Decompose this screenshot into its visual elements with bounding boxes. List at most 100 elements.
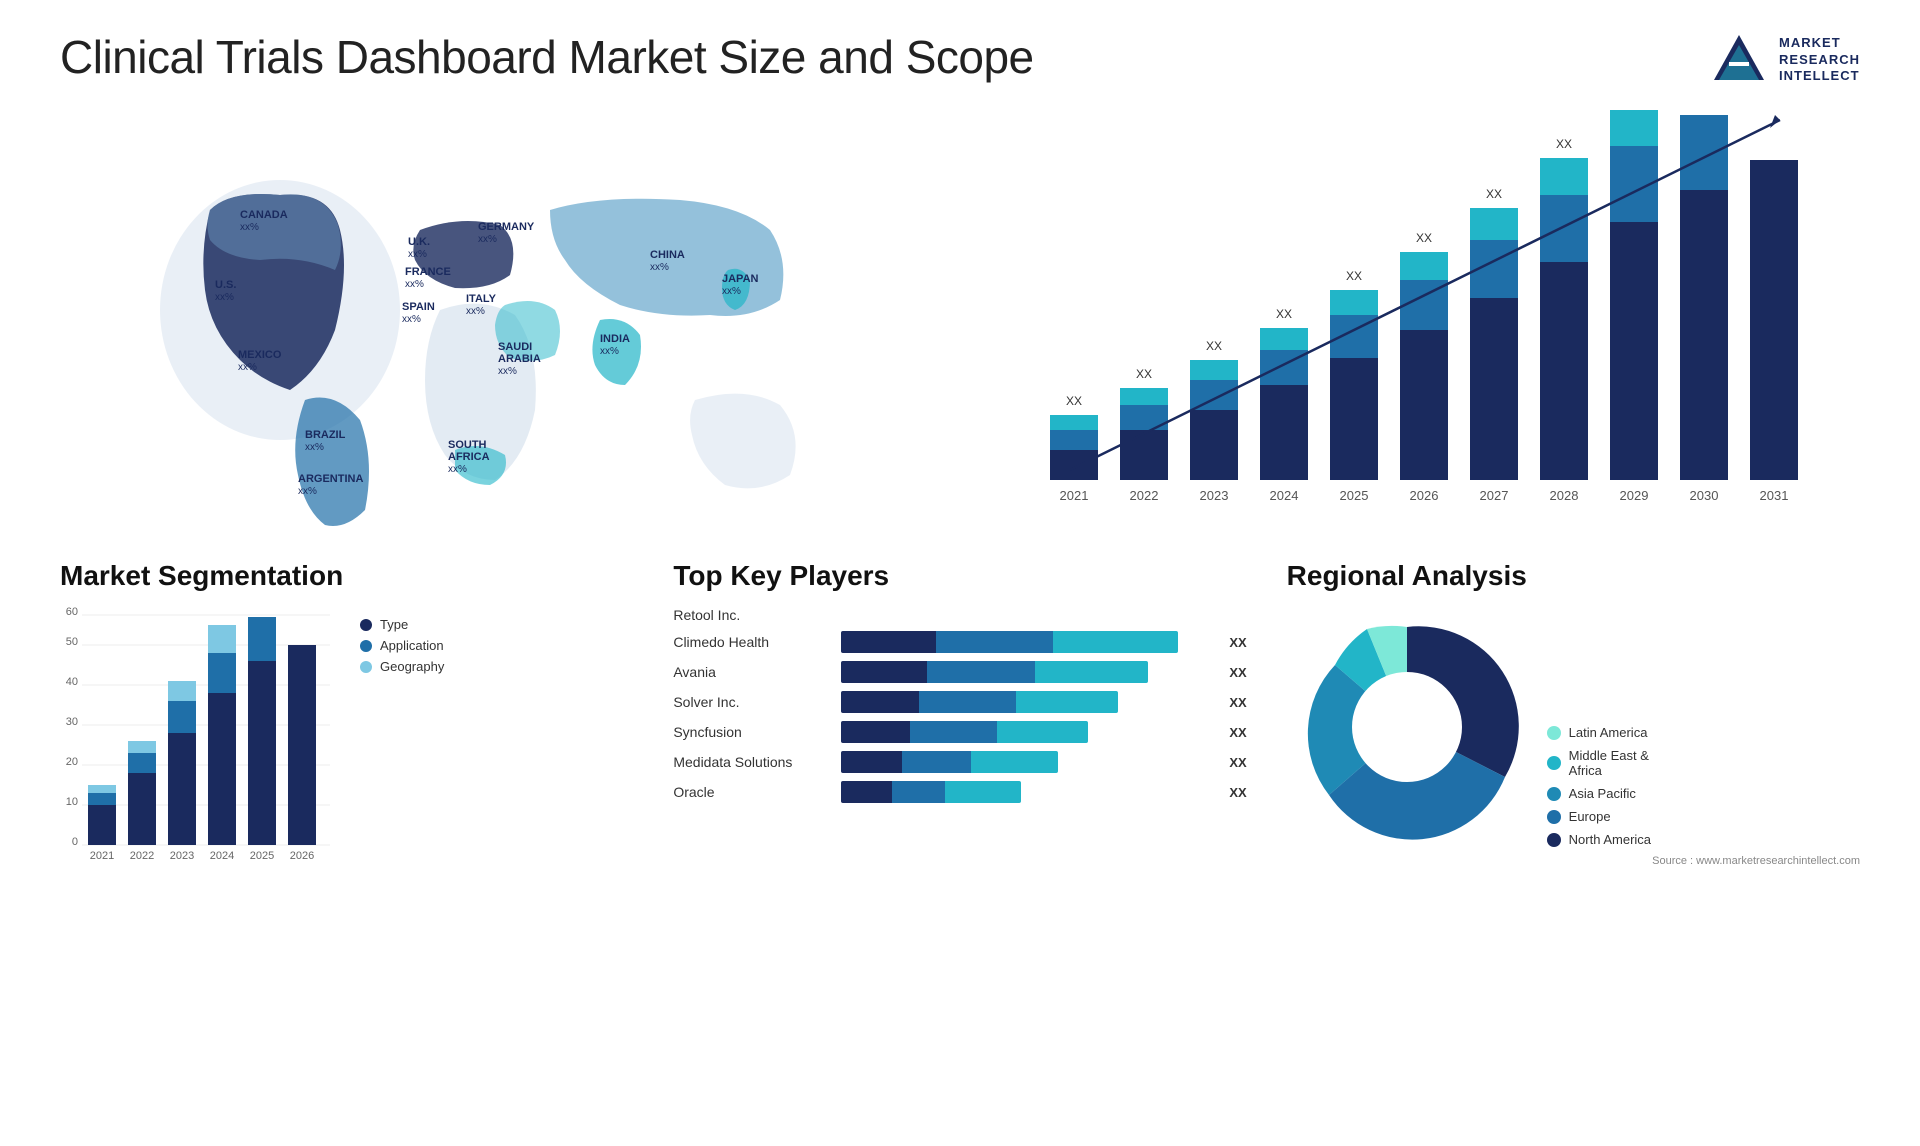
svg-text:2027: 2027 [1480,488,1509,503]
player-row-oracle: Oracle XX [673,781,1246,803]
north-america-dot [1547,833,1561,847]
svg-text:50: 50 [66,636,78,648]
logo: MARKETRESEARCHINTELLECT [1709,30,1860,90]
svg-text:2031: 2031 [1760,488,1789,503]
latin-america-label: Latin America [1569,725,1648,740]
player-name-retool: Retool Inc. [673,607,833,623]
regional-row: Latin America Middle East &Africa Asia P… [1287,607,1860,847]
svg-text:2021: 2021 [90,850,114,862]
svg-text:XX: XX [1206,339,1222,353]
player-name-avania: Avania [673,664,833,680]
svg-text:2021: 2021 [1060,488,1089,503]
legend-asia-pacific: Asia Pacific [1547,786,1651,801]
segmentation-section: Market Segmentation 0 10 20 30 40 50 60 [60,560,633,867]
key-players-list: Retool Inc. Climedo Health XX [673,607,1246,803]
legend-europe: Europe [1547,809,1651,824]
svg-text:XX: XX [1556,137,1572,151]
svg-text:20: 20 [66,756,78,768]
bar-line-chart-svg: XX XX XX XX [980,110,1860,530]
svg-text:XX: XX [1276,307,1292,321]
svg-text:60: 60 [66,607,78,618]
player-bar-climedo [841,631,1215,653]
segmentation-row: 0 10 20 30 40 50 60 [60,607,633,867]
player-xx-syncfusion: XX [1229,725,1246,740]
svg-text:xx%: xx% [305,442,324,453]
svg-text:ARGENTINA: ARGENTINA [298,473,363,485]
line-chart-container: XX XX XX XX [980,110,1860,530]
type-dot [360,619,372,631]
svg-text:xx%: xx% [650,262,669,273]
svg-text:JAPAN: JAPAN [722,273,759,285]
svg-text:xx%: xx% [402,314,421,325]
geo-dot [360,661,372,673]
svg-text:INDIA: INDIA [600,333,630,345]
svg-text:2026: 2026 [290,850,314,862]
seg-legend: Type Application Geography [360,617,444,674]
svg-text:2024: 2024 [210,850,234,862]
donut-legend: Latin America Middle East &Africa Asia P… [1547,725,1651,847]
player-bar-medidata [841,751,1215,773]
key-players-title: Top Key Players [673,560,1246,592]
player-row-retool: Retool Inc. [673,607,1246,623]
key-players-section: Top Key Players Retool Inc. Climedo Heal… [673,560,1246,867]
geo-label: Geography [380,659,444,674]
svg-text:2022: 2022 [1130,488,1159,503]
legend-north-america: North America [1547,832,1651,847]
app-dot [360,640,372,652]
svg-text:xx%: xx% [408,249,427,260]
player-row-avania: Avania XX [673,661,1246,683]
svg-text:xx%: xx% [498,366,517,377]
svg-text:U.K.: U.K. [408,236,430,248]
app-label: Application [380,638,444,653]
player-name-oracle: Oracle [673,784,833,800]
svg-text:xx%: xx% [448,464,467,475]
svg-text:U.S.: U.S. [215,279,236,291]
header: Clinical Trials Dashboard Market Size an… [60,30,1860,90]
europe-label: Europe [1569,809,1611,824]
svg-text:30: 30 [66,716,78,728]
regional-section: Regional Analysis [1287,560,1860,867]
seg-legend-app: Application [360,638,444,653]
svg-text:2029: 2029 [1620,488,1649,503]
legend-middle-east: Middle East &Africa [1547,748,1651,778]
map-section: CANADA xx% U.S. xx% MEXICO xx% BRAZIL xx… [60,110,940,530]
svg-text:MEXICO: MEXICO [238,349,282,361]
player-name-solver: Solver Inc. [673,694,833,710]
legend-latin-america: Latin America [1547,725,1651,740]
svg-text:xx%: xx% [600,346,619,357]
source-line: Source : www.marketresearchintellect.com [1287,855,1860,867]
asia-pacific-label: Asia Pacific [1569,786,1636,801]
svg-text:2026: 2026 [1410,488,1439,503]
svg-text:XX: XX [1416,231,1432,245]
svg-text:XX: XX [1346,269,1362,283]
segmentation-title: Market Segmentation [60,560,633,592]
middle-east-label: Middle East &Africa [1569,748,1649,778]
seg-legend-type: Type [360,617,444,632]
player-name-climedo: Climedo Health [673,634,833,650]
svg-text:0: 0 [72,836,78,848]
svg-text:2024: 2024 [1270,488,1299,503]
svg-text:xx%: xx% [722,286,741,297]
svg-text:xx%: xx% [298,486,317,497]
middle-east-dot [1547,756,1561,770]
player-name-medidata: Medidata Solutions [673,754,833,770]
svg-text:CHINA: CHINA [650,249,685,261]
page-title: Clinical Trials Dashboard Market Size an… [60,30,1034,84]
map-container: CANADA xx% U.S. xx% MEXICO xx% BRAZIL xx… [60,110,940,530]
svg-text:SPAIN: SPAIN [402,301,435,313]
player-row-medidata: Medidata Solutions XX [673,751,1246,773]
svg-text:2030: 2030 [1690,488,1719,503]
player-bar-syncfusion [841,721,1215,743]
svg-text:SOUTH: SOUTH [448,439,487,451]
svg-text:2023: 2023 [170,850,194,862]
player-bar-oracle [841,781,1215,803]
seg-legend-geo: Geography [360,659,444,674]
player-row-syncfusion: Syncfusion XX [673,721,1246,743]
player-xx-oracle: XX [1229,785,1246,800]
svg-text:CANADA: CANADA [240,209,288,221]
svg-text:10: 10 [66,796,78,808]
logo-text: MARKETRESEARCHINTELLECT [1779,35,1860,86]
player-name-syncfusion: Syncfusion [673,724,833,740]
player-row-solver: Solver Inc. XX [673,691,1246,713]
svg-text:xx%: xx% [405,279,424,290]
